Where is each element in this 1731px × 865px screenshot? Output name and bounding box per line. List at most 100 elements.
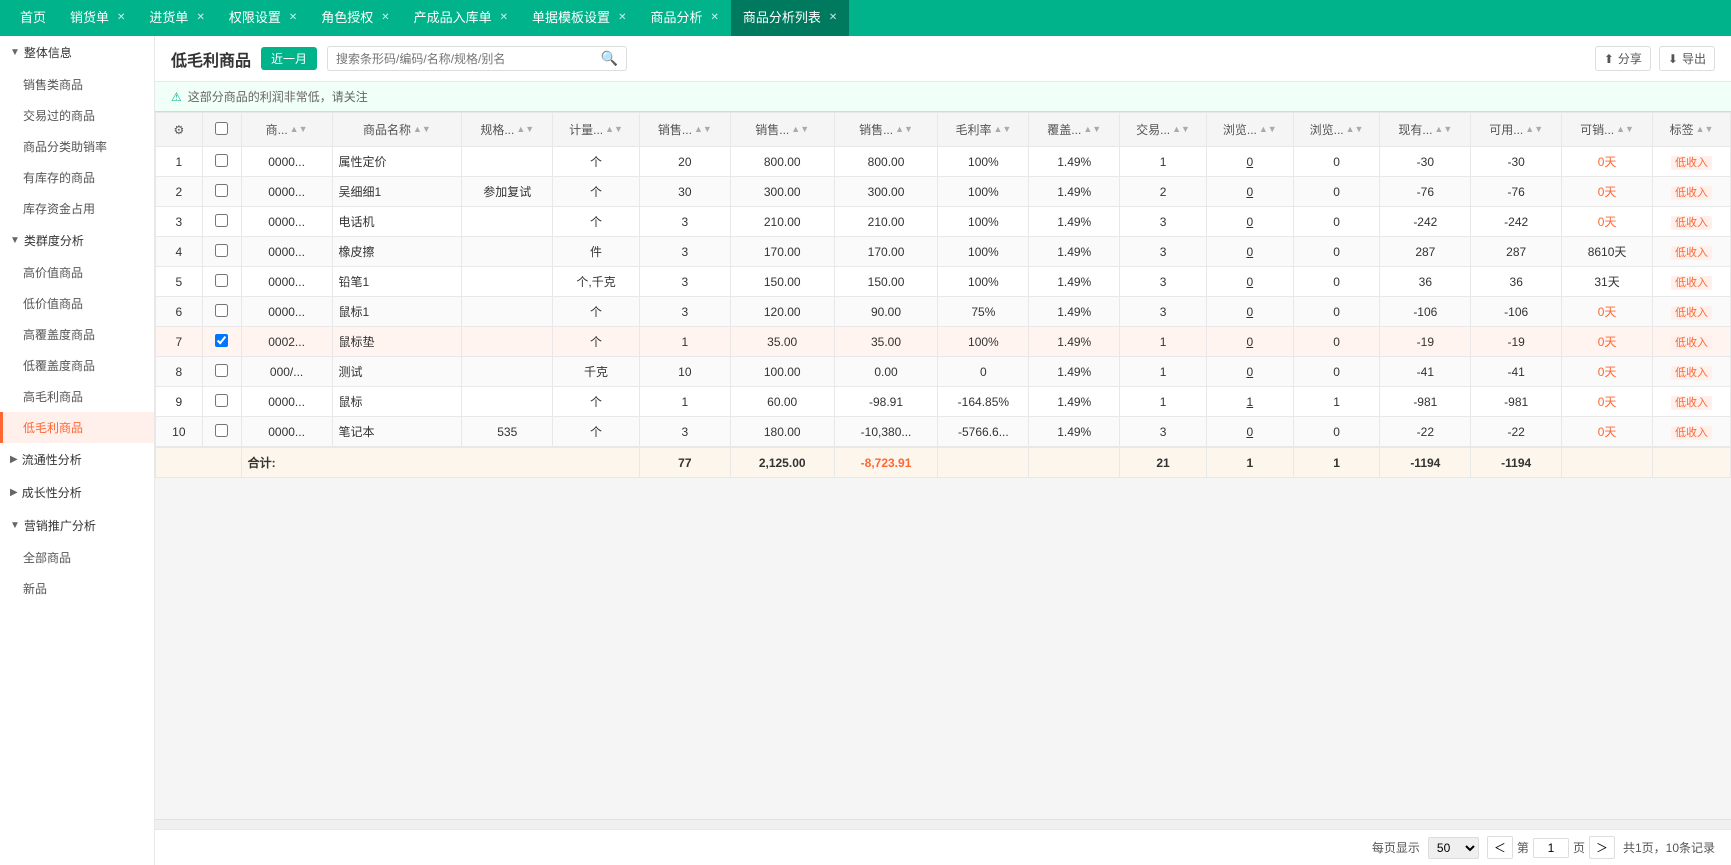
sidebar-section-growth[interactable]: ▶ 成长性分析 [0,476,154,509]
row-checkbox[interactable] [215,304,228,317]
sidebar-item-low-margin[interactable]: 低毛利商品 [0,412,154,443]
row-checkbox[interactable] [215,214,228,227]
close-icon[interactable]: ✕ [381,0,389,36]
browse-count-link[interactable]: 0 [1246,365,1253,379]
nav-permission-settings[interactable]: 权限设置 ✕ [217,0,309,36]
sidebar-section-marketing[interactable]: ▼ 营销推广分析 [0,509,154,542]
th-current-stock[interactable]: 现有...▲▼ [1380,113,1471,147]
row-browse1[interactable]: 0 [1206,327,1293,357]
browse-count-link[interactable]: 0 [1246,245,1253,259]
th-trade[interactable]: 交易...▲▼ [1120,113,1207,147]
row-checkbox[interactable] [215,244,228,257]
sidebar-item-low-value[interactable]: 低价值商品 [0,288,154,319]
th-sale-qty[interactable]: 销售...▲▼ [639,113,730,147]
period-button[interactable]: 近一月 [261,47,317,70]
close-icon[interactable]: ✕ [829,0,837,36]
row-checkbox[interactable] [215,364,228,377]
browse-count-link[interactable]: 0 [1246,305,1253,319]
th-coverage[interactable]: 覆盖...▲▼ [1029,113,1120,147]
nav-product-analysis-list[interactable]: 商品分析列表 ✕ [731,0,849,36]
row-checkbox[interactable] [215,334,228,347]
nav-home[interactable]: 首页 [8,0,58,36]
row-browse1[interactable]: 0 [1206,357,1293,387]
th-spec[interactable]: 规格...▲▼ [462,113,553,147]
close-icon[interactable]: ✕ [289,0,297,36]
browse-count-link[interactable]: 0 [1246,335,1253,349]
sidebar-item-traded-products[interactable]: 交易过的商品 [0,100,154,131]
search-input[interactable] [336,52,597,66]
browse-count-link[interactable]: 0 [1246,425,1253,439]
export-button[interactable]: ⬇ 导出 [1659,46,1715,71]
row-checkbox-cell[interactable] [202,147,241,177]
close-icon[interactable]: ✕ [710,0,718,36]
nav-role-auth[interactable]: 角色授权 ✕ [309,0,401,36]
row-checkbox-cell[interactable] [202,177,241,207]
row-checkbox-cell[interactable] [202,327,241,357]
nav-product-analysis[interactable]: 商品分析 ✕ [638,0,730,36]
row-browse1[interactable]: 0 [1206,267,1293,297]
browse-count-link[interactable]: 0 [1246,155,1253,169]
sidebar-item-high-margin[interactable]: 高毛利商品 [0,381,154,412]
page-number-input[interactable] [1533,838,1569,858]
sidebar-item-high-value[interactable]: 高价值商品 [0,257,154,288]
prev-page-button[interactable]: ＜ [1487,836,1513,859]
sidebar-item-capital-usage[interactable]: 库存资金占用 [0,193,154,224]
th-sale-amount[interactable]: 销售...▲▼ [730,113,834,147]
row-checkbox[interactable] [215,394,228,407]
row-checkbox[interactable] [215,184,228,197]
browse-count-link[interactable]: 1 [1246,395,1253,409]
th-tag[interactable]: 标签▲▼ [1652,113,1730,147]
row-checkbox[interactable] [215,274,228,287]
row-checkbox-cell[interactable] [202,267,241,297]
sidebar-item-all-products[interactable]: 全部商品 [0,542,154,573]
search-icon[interactable]: 🔍 [601,50,618,67]
sidebar-item-instock-products[interactable]: 有库存的商品 [0,162,154,193]
th-sale-profit[interactable]: 销售...▲▼ [834,113,938,147]
per-page-select[interactable]: 50 20 100 [1428,837,1479,859]
select-all-checkbox[interactable] [215,122,228,135]
th-settings[interactable]: ⚙ [156,113,203,147]
nav-purchase-order[interactable]: 进货单 ✕ [137,0,216,36]
row-checkbox-cell[interactable] [202,297,241,327]
sidebar-section-circulation[interactable]: ▶ 流通性分析 [0,443,154,476]
row-checkbox[interactable] [215,424,228,437]
row-browse1[interactable]: 0 [1206,177,1293,207]
th-available-stock[interactable]: 可用...▲▼ [1471,113,1562,147]
row-browse1[interactable]: 0 [1206,147,1293,177]
row-checkbox-cell[interactable] [202,357,241,387]
th-unit[interactable]: 计量...▲▼ [553,113,640,147]
settings-icon[interactable]: ⚙ [173,123,184,137]
th-salable-days[interactable]: 可销...▲▼ [1562,113,1653,147]
row-checkbox-cell[interactable] [202,237,241,267]
horizontal-scrollbar[interactable] [155,819,1731,829]
row-browse1[interactable]: 0 [1206,207,1293,237]
th-browse2[interactable]: 浏览...▲▼ [1293,113,1380,147]
browse-count-link[interactable]: 0 [1246,275,1253,289]
nav-product-inbound[interactable]: 产成品入库单 ✕ [402,0,520,36]
sidebar-item-high-coverage[interactable]: 高覆盖度商品 [0,319,154,350]
th-checkbox[interactable] [202,113,241,147]
th-browse1[interactable]: 浏览...▲▼ [1206,113,1293,147]
row-checkbox[interactable] [215,154,228,167]
nav-sales-order[interactable]: 销货单 ✕ [58,0,137,36]
row-checkbox-cell[interactable] [202,207,241,237]
next-page-button[interactable]: ＞ [1589,836,1615,859]
browse-count-link[interactable]: 0 [1246,215,1253,229]
row-browse1[interactable]: 1 [1206,387,1293,417]
close-icon[interactable]: ✕ [117,0,125,36]
row-browse1[interactable]: 0 [1206,297,1293,327]
th-name[interactable]: 商品名称▲▼ [332,113,462,147]
close-icon[interactable]: ✕ [196,0,204,36]
sidebar-item-sales-products[interactable]: 销售类商品 [0,69,154,100]
sidebar-section-cluster[interactable]: ▼ 类群度分析 [0,224,154,257]
sidebar-section-overall[interactable]: ▼ 整体信息 [0,36,154,69]
row-browse1[interactable]: 0 [1206,237,1293,267]
th-margin-rate[interactable]: 毛利率▲▼ [938,113,1029,147]
sidebar-item-low-coverage[interactable]: 低覆盖度商品 [0,350,154,381]
browse-count-link[interactable]: 0 [1246,185,1253,199]
sidebar-item-new-products[interactable]: 新品 [0,573,154,604]
row-browse1[interactable]: 0 [1206,417,1293,448]
close-icon[interactable]: ✕ [618,0,626,36]
row-checkbox-cell[interactable] [202,387,241,417]
close-icon[interactable]: ✕ [500,0,508,36]
